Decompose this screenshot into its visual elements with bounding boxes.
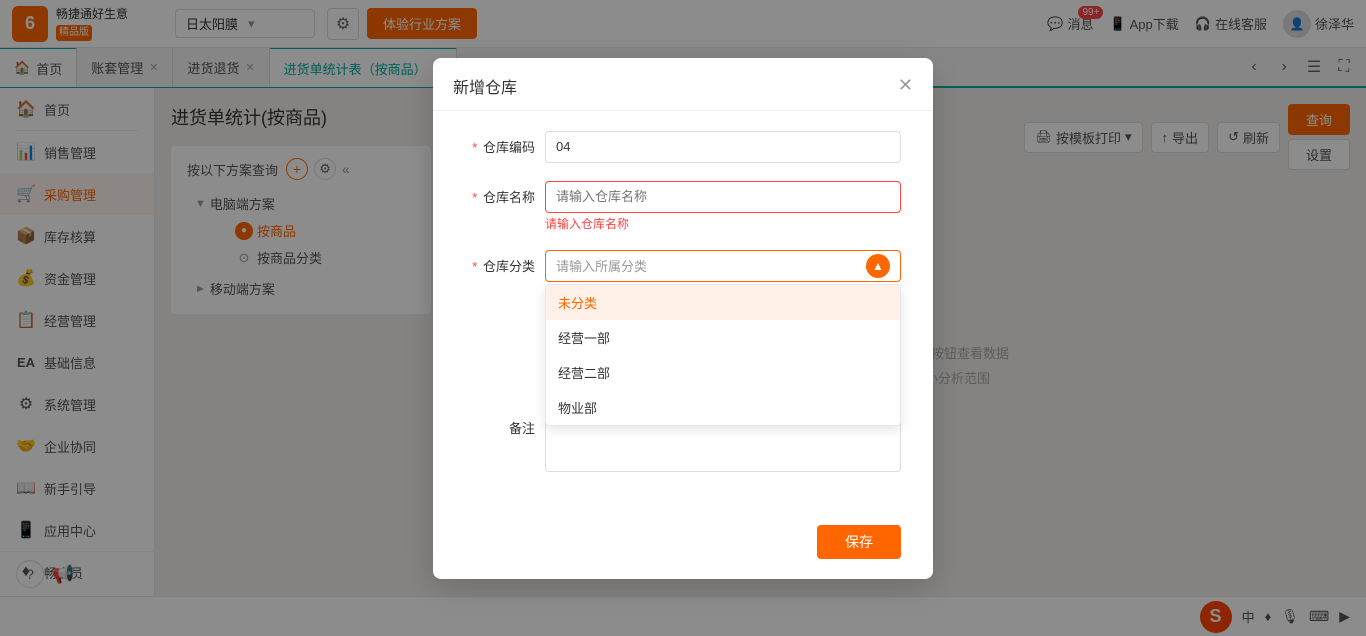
dropdown-item-property[interactable]: 物业部 — [546, 390, 900, 425]
code-input[interactable] — [545, 131, 901, 163]
dropdown-item-dept2[interactable]: 经营二部 — [546, 355, 900, 390]
dropdown-item-dept1[interactable]: 经营一部 — [546, 320, 900, 355]
required-star-category: * — [472, 259, 477, 274]
remark-label: 备注 — [465, 412, 545, 437]
name-label-text: 仓库名称 — [483, 190, 535, 205]
name-input[interactable] — [545, 181, 901, 213]
modal-close-button[interactable]: ✕ — [898, 75, 913, 96]
modal-header: 新增仓库 ✕ — [433, 58, 933, 111]
required-star-code: * — [472, 140, 477, 155]
remark-label-text: 备注 — [509, 421, 535, 436]
code-label: * 仓库编码 — [465, 131, 545, 156]
category-dropdown-menu: 未分类 经营一部 经营二部 物业部 — [545, 284, 901, 426]
category-label: * 仓库分类 — [465, 250, 545, 275]
code-field — [545, 131, 901, 163]
category-label-text: 仓库分类 — [483, 259, 535, 274]
modal-title: 新增仓库 — [453, 74, 517, 98]
category-dropdown[interactable]: 请输入所属分类 ▲ — [545, 250, 901, 282]
category-placeholder: 请输入所属分类 — [556, 256, 647, 275]
form-row-name: * 仓库名称 请输入仓库名称 — [465, 181, 901, 232]
required-star-name: * — [472, 190, 477, 205]
category-field: 请输入所属分类 ▲ 未分类 经营一部 经营二部 物业部 — [545, 250, 901, 282]
form-row-category: * 仓库分类 请输入所属分类 ▲ 未分类 经营一部 经营二部 物业部 — [465, 250, 901, 282]
name-error-message: 请输入仓库名称 — [545, 215, 901, 232]
modal-body: * 仓库编码 * 仓库名称 请输入仓库名称 — [433, 111, 933, 513]
name-label: * 仓库名称 — [465, 181, 545, 206]
new-warehouse-modal: 新增仓库 ✕ * 仓库编码 * 仓库名称 — [433, 58, 933, 579]
code-label-text: 仓库编码 — [483, 140, 535, 155]
modal-footer: 保存 — [433, 513, 933, 579]
chevron-up-icon: ▲ — [866, 254, 890, 278]
dropdown-item-uncategorized[interactable]: 未分类 — [546, 285, 900, 320]
modal-overlay[interactable]: 新增仓库 ✕ * 仓库编码 * 仓库名称 — [0, 0, 1366, 636]
save-button[interactable]: 保存 — [817, 525, 901, 559]
name-field: 请输入仓库名称 — [545, 181, 901, 232]
form-row-code: * 仓库编码 — [465, 131, 901, 163]
